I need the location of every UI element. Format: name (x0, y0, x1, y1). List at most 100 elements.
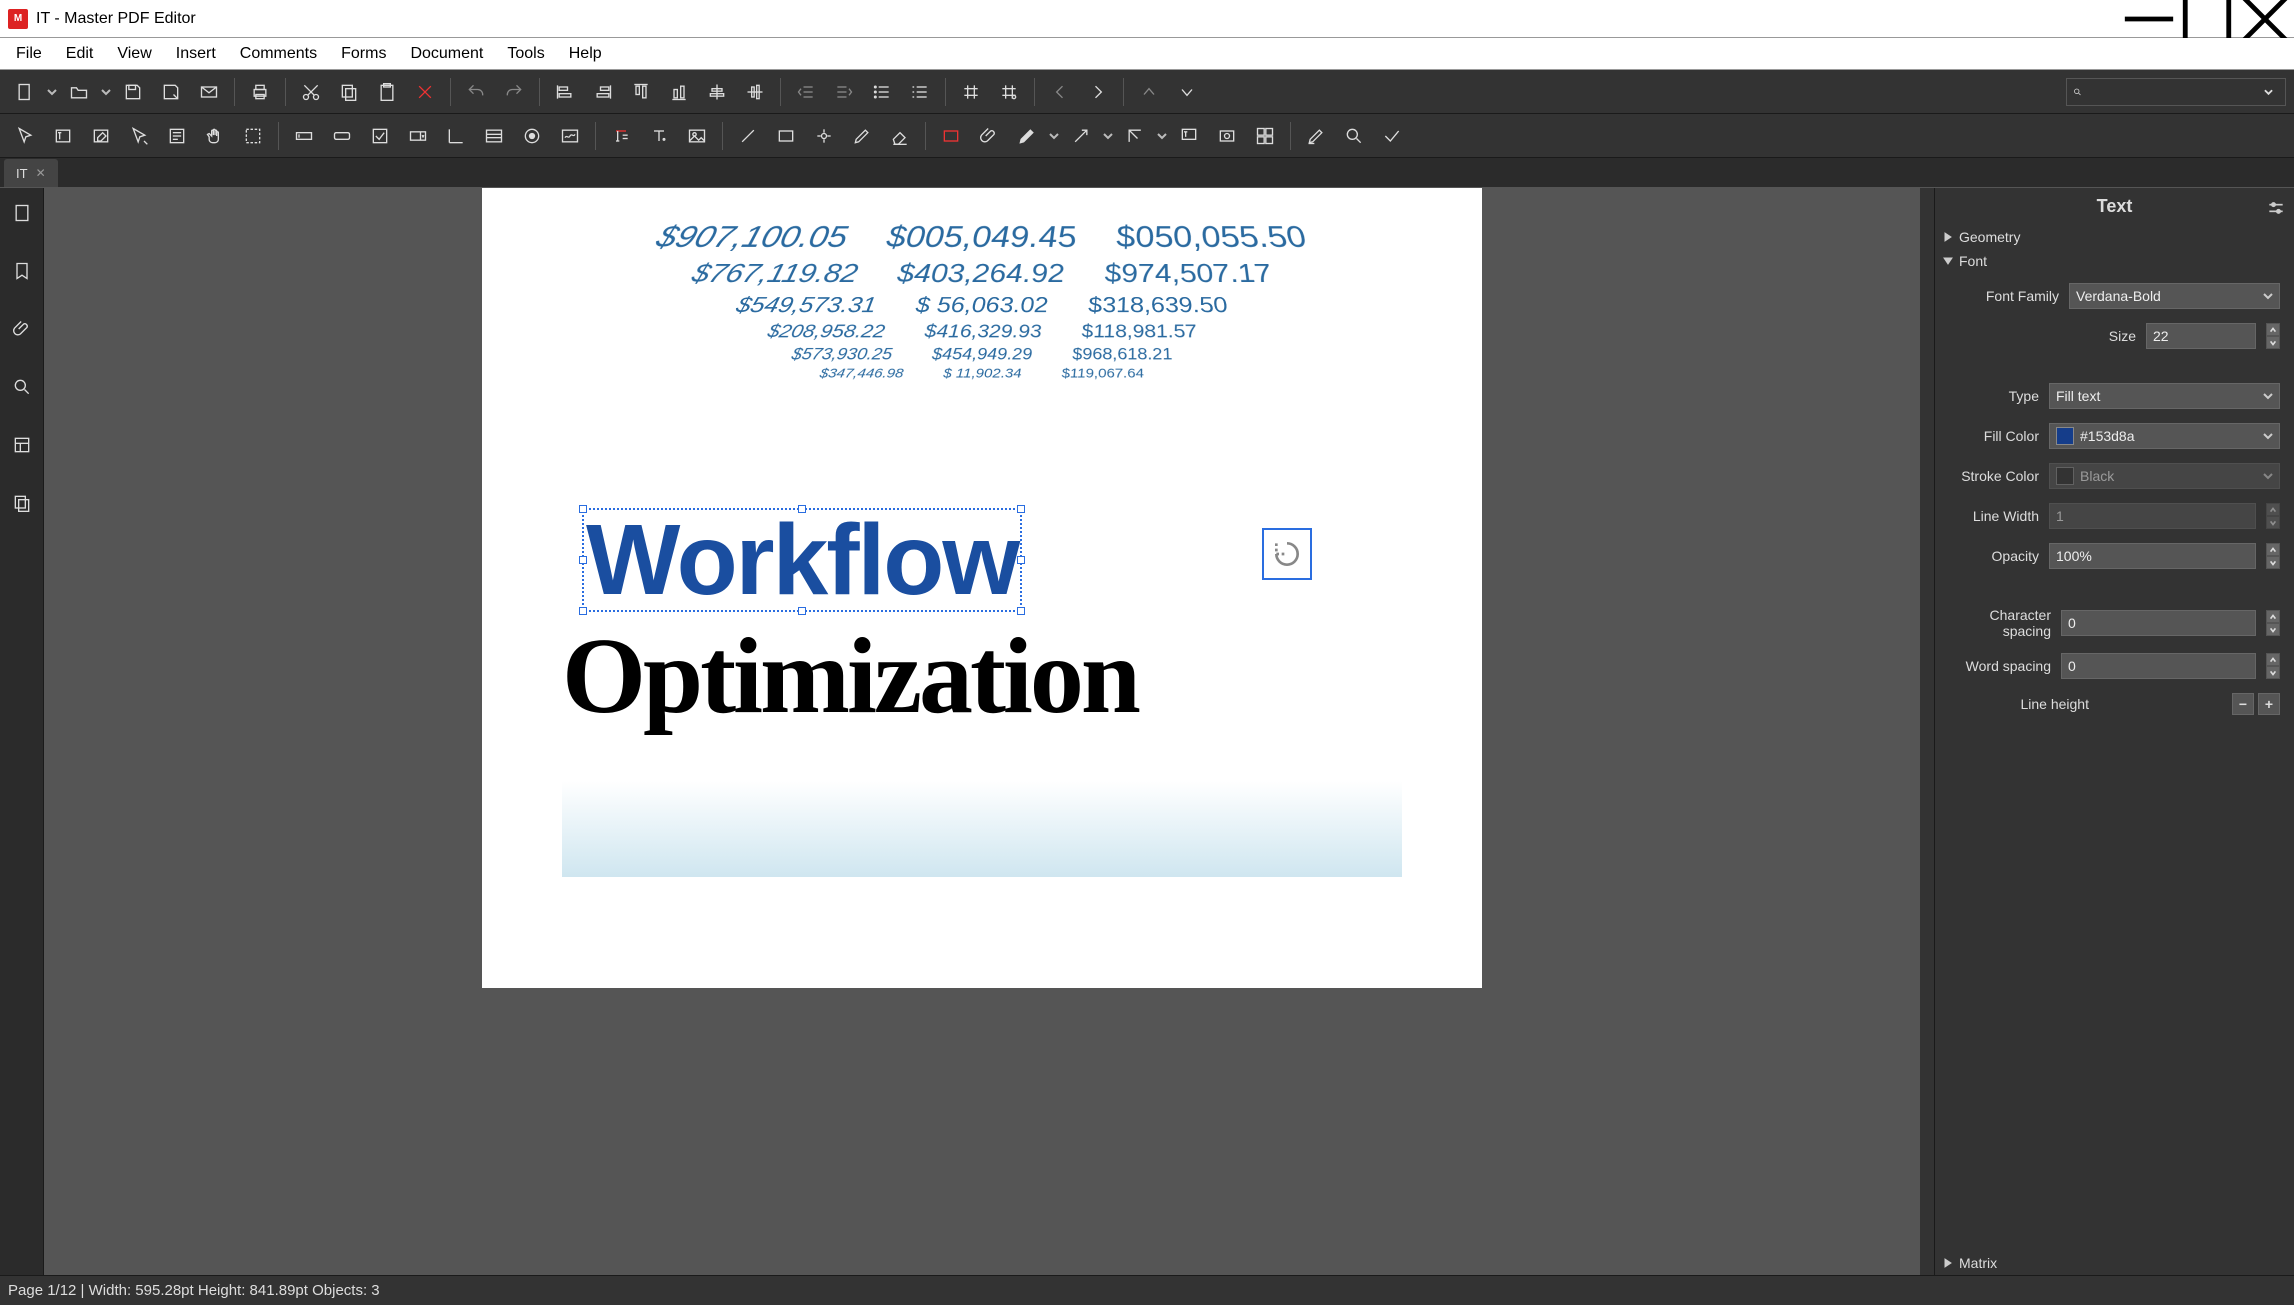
callout-tool-icon[interactable] (1172, 119, 1206, 153)
stepper-up-icon[interactable] (2266, 653, 2280, 666)
undo-icon[interactable] (459, 75, 493, 109)
eraser-tool-icon[interactable] (883, 119, 917, 153)
canvas-scroll-area[interactable]: $907,100.05$005,049.45$050,055.50 $767,1… (44, 188, 1920, 1275)
save-icon[interactable] (116, 75, 150, 109)
pointer-tool-icon[interactable] (8, 119, 42, 153)
stepper-down-icon[interactable] (2266, 623, 2280, 636)
select-area-icon[interactable] (236, 119, 270, 153)
listbox-field-icon[interactable] (439, 119, 473, 153)
canvas-vertical-scrollbar[interactable] (1920, 188, 1934, 1275)
resize-handle-tm[interactable] (798, 505, 806, 513)
line-tool-icon[interactable] (731, 119, 765, 153)
align-bottom-icon[interactable] (662, 75, 696, 109)
font-size-stepper[interactable] (2266, 323, 2280, 349)
apply-tool-icon[interactable] (1375, 119, 1409, 153)
opacity-stepper[interactable] (2266, 543, 2280, 569)
resize-handle-mr[interactable] (1017, 556, 1025, 564)
stepper-down-icon[interactable] (2266, 336, 2280, 349)
pages-icon[interactable] (7, 488, 37, 518)
section-font-header[interactable]: Font (1935, 249, 2294, 273)
menu-file[interactable]: File (4, 38, 54, 69)
tab-close-icon[interactable]: ✕ (36, 166, 46, 180)
paste-icon[interactable] (370, 75, 404, 109)
next-view-icon[interactable] (1170, 75, 1204, 109)
font-family-select[interactable]: Verdana-Bold (2069, 283, 2280, 309)
snap-grid-icon[interactable] (992, 75, 1026, 109)
section-matrix-header[interactable]: Matrix (1935, 1251, 2294, 1275)
arrow-tool-icon[interactable] (1064, 119, 1098, 153)
align-right-icon[interactable] (586, 75, 620, 109)
search-box[interactable] (2066, 78, 2286, 106)
highlighter-dropdown[interactable] (1048, 131, 1060, 141)
align-left-icon[interactable] (548, 75, 582, 109)
align-center-v-icon[interactable] (700, 75, 734, 109)
word-spacing-stepper[interactable] (2266, 653, 2280, 679)
menu-insert[interactable]: Insert (164, 38, 228, 69)
form-icon[interactable] (160, 119, 194, 153)
list2-icon[interactable] (903, 75, 937, 109)
checkbox-field-icon[interactable] (363, 119, 397, 153)
email-icon[interactable] (192, 75, 226, 109)
word-spacing-input[interactable] (2061, 653, 2256, 679)
document-tab[interactable]: IT ✕ (4, 159, 58, 187)
attachment-tool-icon[interactable] (972, 119, 1006, 153)
search-dropdown-icon[interactable] (2264, 85, 2273, 99)
radio-field-icon[interactable] (515, 119, 549, 153)
text-select-icon[interactable] (46, 119, 80, 153)
edit-text-icon[interactable] (84, 119, 118, 153)
edit-object-icon[interactable] (122, 119, 156, 153)
menu-forms[interactable]: Forms (329, 38, 398, 69)
list-icon[interactable] (865, 75, 899, 109)
image-tool-icon[interactable] (680, 119, 714, 153)
opacity-input[interactable] (2049, 543, 2256, 569)
fill-color-select[interactable]: #153d8a (2049, 423, 2280, 449)
align-top-icon[interactable] (624, 75, 658, 109)
font-size-input[interactable] (2146, 323, 2256, 349)
resize-handle-ml[interactable] (579, 556, 587, 564)
ellipse-tool-icon[interactable] (807, 119, 841, 153)
menu-document[interactable]: Document (398, 38, 495, 69)
search-input[interactable] (2088, 84, 2264, 99)
resize-handle-bl[interactable] (579, 607, 587, 615)
cut-icon[interactable] (294, 75, 328, 109)
rectangle-tool-icon[interactable] (769, 119, 803, 153)
button-field-icon[interactable] (325, 119, 359, 153)
measure-tool-icon[interactable] (1118, 119, 1152, 153)
resize-handle-bm[interactable] (798, 607, 806, 615)
find-tool-icon[interactable] (1337, 119, 1371, 153)
panel-settings-icon[interactable] (2266, 198, 2286, 218)
redo-icon[interactable] (497, 75, 531, 109)
line-height-plus[interactable]: + (2258, 693, 2280, 715)
highlighter-tool-icon[interactable] (1010, 119, 1044, 153)
measure-dropdown[interactable] (1156, 131, 1168, 141)
close-button[interactable] (2236, 0, 2294, 38)
section-geometry-header[interactable]: Geometry (1935, 225, 2294, 249)
align-center-h-icon[interactable] (738, 75, 772, 109)
grid-icon[interactable] (954, 75, 988, 109)
redact-tool-icon[interactable] (1299, 119, 1333, 153)
textbox-icon[interactable] (287, 119, 321, 153)
save-as-icon[interactable] (154, 75, 188, 109)
resize-handle-br[interactable] (1017, 607, 1025, 615)
note-tool-icon[interactable] (934, 119, 968, 153)
thumbnails-icon[interactable] (7, 198, 37, 228)
menu-comments[interactable]: Comments (228, 38, 329, 69)
resize-handle-tr[interactable] (1017, 505, 1025, 513)
char-spacing-input[interactable] (2061, 610, 2256, 636)
bookmarks-icon[interactable] (7, 256, 37, 286)
char-spacing-stepper[interactable] (2266, 610, 2280, 636)
text-tool-icon[interactable] (642, 119, 676, 153)
stepper-up-icon[interactable] (2266, 610, 2280, 623)
combobox-field-icon[interactable] (477, 119, 511, 153)
next-page-icon[interactable] (1081, 75, 1115, 109)
minimize-button[interactable] (2120, 0, 2178, 38)
arrow-dropdown[interactable] (1102, 131, 1114, 141)
stepper-down-icon[interactable] (2266, 556, 2280, 569)
indent-right-icon[interactable] (827, 75, 861, 109)
optimization-text[interactable]: Optimization (562, 618, 1402, 737)
prev-page-icon[interactable] (1043, 75, 1077, 109)
type-select[interactable]: Fill text (2049, 383, 2280, 409)
new-file-icon[interactable] (8, 75, 42, 109)
pdf-page[interactable]: $907,100.05$005,049.45$050,055.50 $767,1… (482, 188, 1482, 988)
stepper-down-icon[interactable] (2266, 666, 2280, 679)
